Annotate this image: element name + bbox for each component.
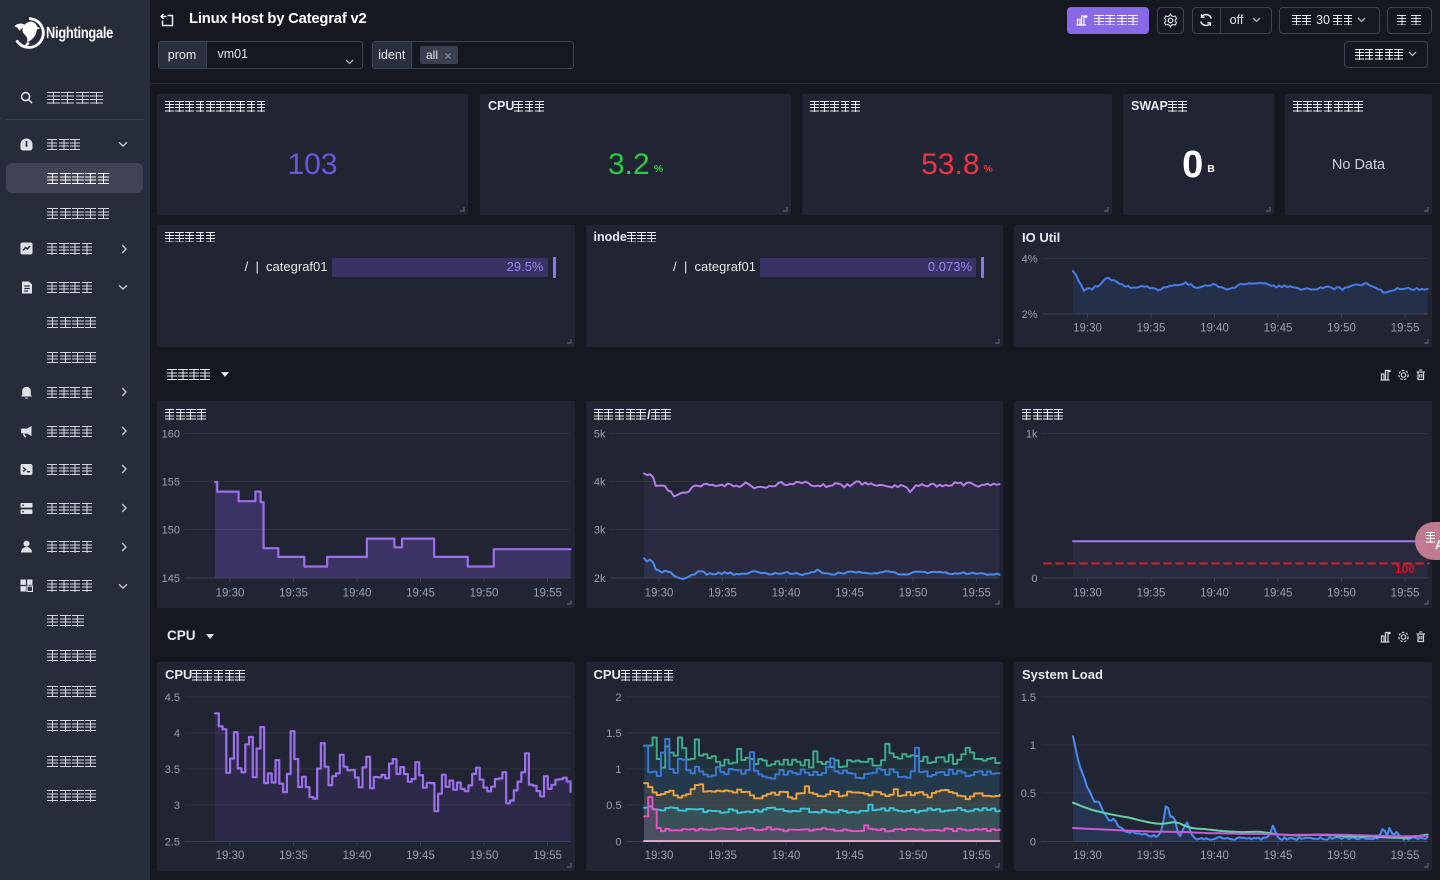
svg-text:19:50: 19:50	[470, 587, 499, 599]
svg-text:19:50: 19:50	[898, 587, 927, 599]
svg-text:19:35: 19:35	[279, 587, 308, 599]
svg-text:2k: 2k	[593, 573, 605, 585]
svg-text:1.5: 1.5	[606, 728, 621, 740]
svg-text:19:30: 19:30	[1073, 587, 1102, 599]
svg-text:19:35: 19:35	[1137, 587, 1166, 599]
svg-text:160: 160	[162, 428, 180, 440]
svg-text:1: 1	[1030, 740, 1036, 752]
svg-text:2: 2	[615, 692, 621, 704]
svg-text:19:40: 19:40	[1200, 587, 1229, 599]
svg-text:19:50: 19:50	[1327, 322, 1356, 334]
svg-text:4: 4	[174, 728, 180, 740]
svg-text:19:30: 19:30	[216, 587, 245, 599]
svg-text:19:45: 19:45	[1264, 322, 1293, 334]
svg-text:155: 155	[162, 476, 180, 488]
svg-text:19:45: 19:45	[406, 850, 435, 862]
svg-text:19:30: 19:30	[644, 587, 673, 599]
svg-text:1.5: 1.5	[1021, 692, 1036, 704]
svg-text:19:55: 19:55	[962, 587, 991, 599]
svg-text:2%: 2%	[1022, 309, 1038, 321]
svg-text:0.5: 0.5	[606, 800, 621, 812]
svg-text:100: 100	[1395, 562, 1415, 576]
svg-text:19:50: 19:50	[1327, 850, 1356, 862]
svg-text:4.5: 4.5	[165, 692, 180, 704]
svg-text:19:45: 19:45	[406, 587, 435, 599]
svg-text:19:40: 19:40	[1200, 322, 1229, 334]
svg-text:0.5: 0.5	[1021, 788, 1036, 800]
svg-text:19:35: 19:35	[708, 850, 737, 862]
svg-text:19:55: 19:55	[1391, 587, 1420, 599]
svg-text:19:30: 19:30	[1073, 850, 1102, 862]
svg-text:2.5: 2.5	[165, 837, 180, 849]
svg-text:19:40: 19:40	[343, 850, 372, 862]
svg-text:19:35: 19:35	[279, 850, 308, 862]
svg-text:0: 0	[615, 837, 621, 849]
svg-text:3: 3	[174, 800, 180, 812]
svg-text:19:50: 19:50	[1327, 587, 1356, 599]
svg-text:19:35: 19:35	[708, 587, 737, 599]
svg-text:19:30: 19:30	[644, 850, 673, 862]
svg-text:4k: 4k	[593, 476, 605, 488]
svg-text:4%: 4%	[1022, 253, 1038, 265]
svg-text:19:45: 19:45	[835, 587, 864, 599]
svg-text:0: 0	[1031, 573, 1037, 585]
svg-text:19:30: 19:30	[1073, 322, 1102, 334]
svg-text:19:45: 19:45	[1264, 850, 1293, 862]
svg-text:1: 1	[615, 764, 621, 776]
svg-text:19:40: 19:40	[771, 850, 800, 862]
svg-text:19:35: 19:35	[1137, 850, 1166, 862]
svg-text:0: 0	[1030, 837, 1036, 849]
svg-text:19:55: 19:55	[533, 850, 562, 862]
svg-text:150: 150	[162, 524, 180, 536]
svg-text:5k: 5k	[593, 428, 605, 440]
svg-text:3k: 3k	[593, 524, 605, 536]
svg-text:19:55: 19:55	[1391, 322, 1420, 334]
svg-text:19:55: 19:55	[533, 587, 562, 599]
svg-text:3.5: 3.5	[165, 764, 180, 776]
svg-text:19:45: 19:45	[835, 850, 864, 862]
svg-text:19:55: 19:55	[962, 850, 991, 862]
svg-text:19:55: 19:55	[1391, 850, 1420, 862]
svg-text:19:40: 19:40	[771, 587, 800, 599]
svg-text:19:45: 19:45	[1264, 587, 1293, 599]
svg-text:145: 145	[162, 573, 180, 585]
svg-text:19:30: 19:30	[216, 850, 245, 862]
svg-text:19:50: 19:50	[898, 850, 927, 862]
svg-text:19:35: 19:35	[1137, 322, 1166, 334]
svg-text:1k: 1k	[1026, 428, 1038, 440]
svg-text:19:40: 19:40	[343, 587, 372, 599]
svg-text:19:40: 19:40	[1200, 850, 1229, 862]
svg-text:19:50: 19:50	[470, 850, 499, 862]
